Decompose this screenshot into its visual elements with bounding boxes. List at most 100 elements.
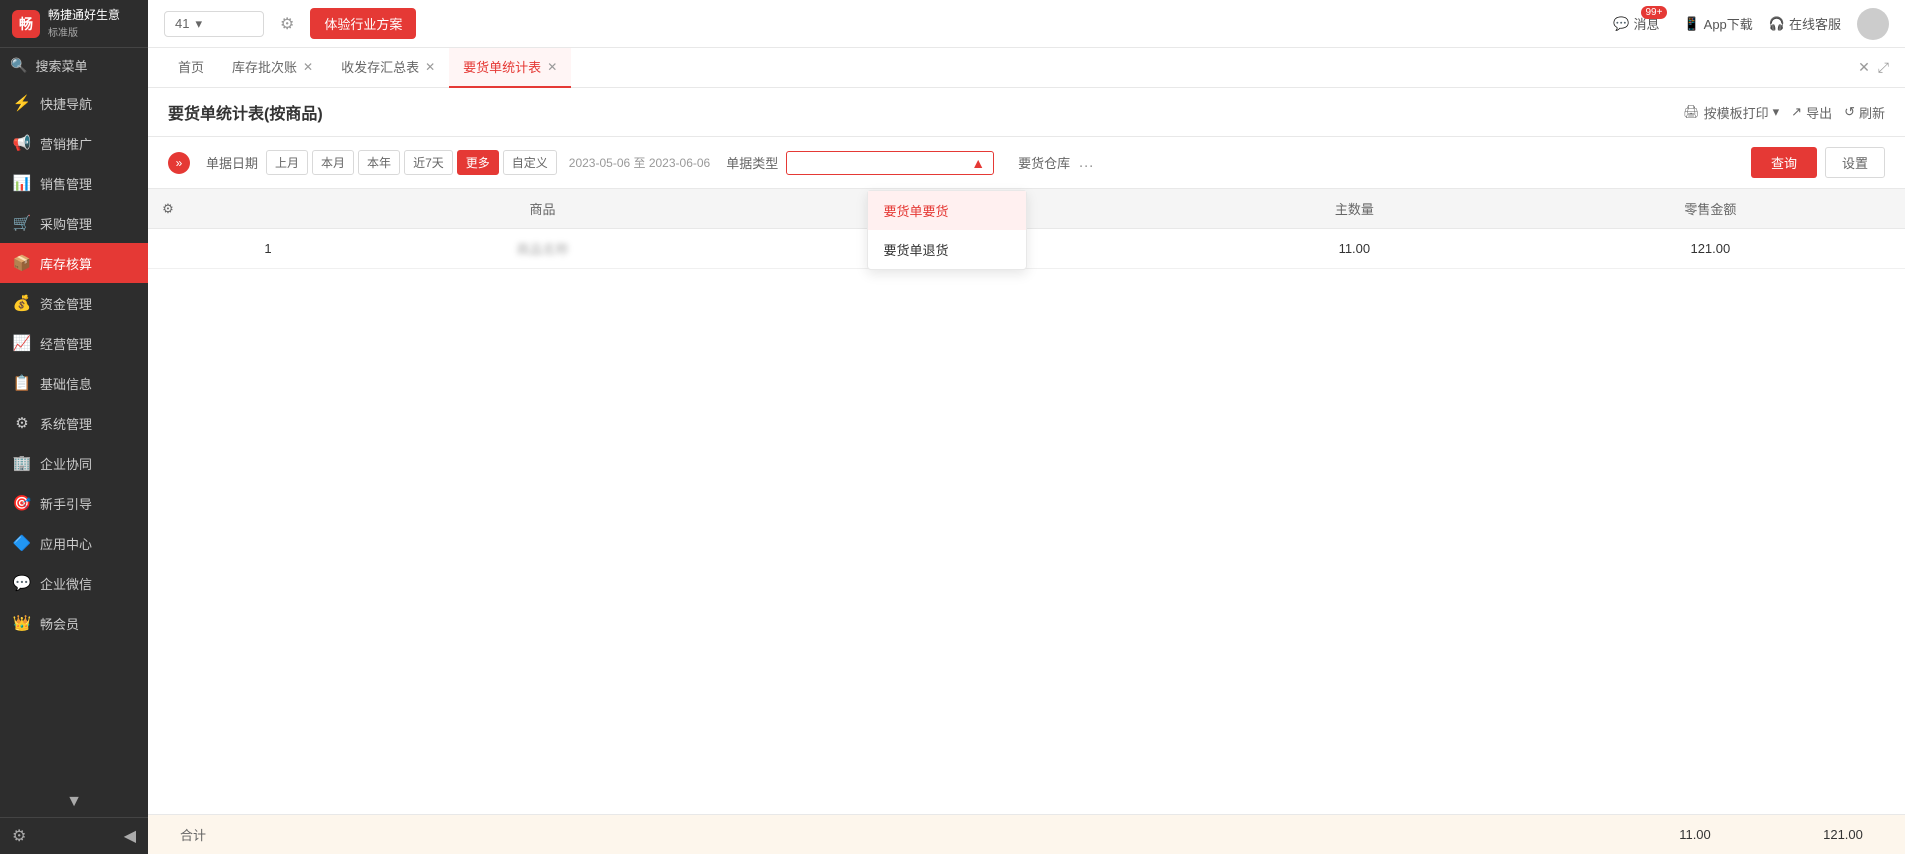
nav-label-operations: 经营管理 xyxy=(40,334,92,353)
industry-btn[interactable]: 体验行业方案 xyxy=(310,8,416,39)
page-header-actions: 🖨 按模板打印 ▾ ↗ 导出 ↺ 刷新 xyxy=(1683,103,1885,122)
filter-actions: 查询 设置 xyxy=(1751,147,1885,178)
tab-order-close[interactable]: ✕ xyxy=(547,61,557,73)
nav-label-enterprise: 企业协同 xyxy=(40,454,92,473)
sidebar-item-guide[interactable]: 🎯新手引导 xyxy=(0,483,148,523)
notification-btn[interactable]: 💬 消息 99+ xyxy=(1613,14,1659,33)
nav-label-member: 畅会员 xyxy=(40,614,79,633)
sidebar-item-purchase[interactable]: 🛒采购管理 xyxy=(0,203,148,243)
row-quantity: 11.00 xyxy=(1193,229,1516,269)
page-content: 要货单统计表(按商品) 🖨 按模板打印 ▾ ↗ 导出 ↺ 刷新 xyxy=(148,88,1905,854)
user-avatar[interactable] xyxy=(1857,8,1889,40)
tab-receipt-summary[interactable]: 收发存汇总表 ✕ xyxy=(327,48,449,88)
type-filter-input-wrap[interactable]: ▲ xyxy=(786,151,994,175)
table-footer: 合计 11.00 121.00 xyxy=(148,814,1905,854)
tab-receipt-close[interactable]: ✕ xyxy=(425,61,435,73)
row-index: 1 xyxy=(188,229,348,269)
sidebar-settings-icon[interactable]: ⚙ xyxy=(12,826,26,846)
sidebar-item-inventory[interactable]: 📦库存核算 xyxy=(0,243,148,283)
tab-order-summary[interactable]: 要货单统计表 ✕ xyxy=(449,48,571,88)
app-download-btn[interactable]: 📱 App下载 xyxy=(1683,14,1752,33)
nav-icon-sales: 📊 xyxy=(12,173,32,193)
col-product: 商品 xyxy=(348,189,737,229)
tab-home-label: 首页 xyxy=(178,57,204,76)
tab-close-all[interactable]: ✕ xyxy=(1858,59,1870,76)
export-btn[interactable]: ↗ 导出 xyxy=(1791,103,1832,122)
filter-expand-btn[interactable]: » xyxy=(168,152,190,174)
sidebar-scroll-down[interactable]: ▼ xyxy=(0,787,148,817)
settings-btn[interactable]: 设置 xyxy=(1825,147,1885,178)
logo-icon: 畅 xyxy=(12,10,40,38)
date-btn-this-year[interactable]: 本年 xyxy=(358,150,400,175)
footer-quantity: 11.00 xyxy=(1645,827,1745,842)
sidebar-nav: ⚡快捷导航📢营销推广 📊 销售管理 🛒采购管理📦库存核算💰资金管理 📈 经营管理 📋基础信息… xyxy=(0,83,148,787)
top-header: 41 ▾ ⚙ 体验行业方案 💬 消息 99+ 📱 App下载 🎧 在线客服 xyxy=(148,0,1905,48)
nav-icon-operations: 📈 xyxy=(12,333,32,353)
warehouse-more-icon[interactable]: … xyxy=(1078,154,1094,172)
tab-batch-label: 库存批次账 xyxy=(232,57,297,76)
tab-selector[interactable]: 41 ▾ xyxy=(164,11,264,37)
tab-selector-arrow: ▾ xyxy=(195,16,202,32)
search-icon: 🔍 xyxy=(10,57,27,74)
print-arrow: ▾ xyxy=(1773,104,1780,120)
footer-label: 合计 xyxy=(160,825,240,844)
nav-label-marketing: 营销推广 xyxy=(40,134,92,153)
row-product: 商品名称 xyxy=(348,229,737,269)
row-settings xyxy=(148,229,188,269)
tab-home[interactable]: 首页 xyxy=(164,48,218,88)
sidebar-item-member[interactable]: 👑 畅会员 xyxy=(0,603,148,643)
notification-icon: 💬 xyxy=(1613,16,1629,32)
sidebar-item-enterprise[interactable]: 🏢企业协同 xyxy=(0,443,148,483)
nav-label-quick-nav: 快捷导航 xyxy=(40,94,92,113)
tab-batch-close[interactable]: ✕ xyxy=(303,61,313,73)
table-row: 1 商品名称 块 11.00 121.00 xyxy=(148,229,1905,269)
date-btn-this-month[interactable]: 本月 xyxy=(312,150,354,175)
refresh-btn[interactable]: ↺ 刷新 xyxy=(1844,103,1885,122)
col-settings[interactable]: ⚙ xyxy=(148,189,188,229)
row-sale-amount: 121.00 xyxy=(1516,229,1905,269)
type-filter-input[interactable] xyxy=(795,155,971,170)
nav-label-purchase: 采购管理 xyxy=(40,214,92,233)
online-service-label: 在线客服 xyxy=(1789,14,1841,33)
sidebar-item-operations[interactable]: 📈 经营管理 xyxy=(0,323,148,363)
header-settings-icon[interactable]: ⚙ xyxy=(280,14,294,34)
sidebar-item-appstore[interactable]: 🔷 应用中心 xyxy=(0,523,148,563)
sidebar-item-marketing[interactable]: 📢营销推广 xyxy=(0,123,148,163)
query-btn[interactable]: 查询 xyxy=(1751,147,1817,178)
date-btn-last-7-days[interactable]: 近7天 xyxy=(404,150,453,175)
dropdown-item-order-purchase[interactable]: 要货单要货 xyxy=(868,191,1026,230)
online-service-icon: 🎧 xyxy=(1769,16,1785,32)
sidebar: 畅 畅捷通好生意 标准版 🔍 搜索菜单 ⚡快捷导航📢营销推广📊销售管理🛒采购管理… xyxy=(0,0,148,854)
sidebar-item-wechat[interactable]: 💬企业微信 xyxy=(0,563,148,603)
nav-icon-member: 👑 xyxy=(12,613,32,633)
nav-icon-guide: 🎯 xyxy=(12,493,32,513)
tab-expand[interactable]: ⤢ xyxy=(1878,59,1889,76)
print-template-btn[interactable]: 🖨 按模板打印 ▾ xyxy=(1683,103,1779,122)
date-btn-custom[interactable]: 自定义 xyxy=(503,150,557,175)
nav-icon-appstore: 🔷 xyxy=(12,533,32,553)
dropdown-item-order-return[interactable]: 要货单退货 xyxy=(868,230,1026,269)
logo-subtitle: 标准版 xyxy=(48,24,120,39)
sidebar-item-finance[interactable]: 💰资金管理 xyxy=(0,283,148,323)
online-service-btn[interactable]: 🎧 在线客服 xyxy=(1769,14,1841,33)
nav-label-sales: 销售管理 xyxy=(40,174,92,193)
sidebar-item-basic[interactable]: 📋基础信息 xyxy=(0,363,148,403)
filter-area: » 单据日期 上月 本月 本年 近7天 更多 自定义 2023-05-06 至 … xyxy=(148,137,1905,189)
date-btn-last-month[interactable]: 上月 xyxy=(266,150,308,175)
date-btn-more[interactable]: 更多 xyxy=(457,150,499,175)
nav-label-appstore: 应用中心 xyxy=(40,534,92,553)
sidebar-search-label: 搜索菜单 xyxy=(35,56,87,75)
sidebar-collapse-icon[interactable]: ◀ xyxy=(124,826,136,846)
type-filter-arrow[interactable]: ▲ xyxy=(971,155,985,171)
sidebar-bottom: ⚙ ◀ xyxy=(0,817,148,854)
sidebar-search[interactable]: 🔍 搜索菜单 xyxy=(0,48,148,83)
main-area: 41 ▾ ⚙ 体验行业方案 💬 消息 99+ 📱 App下载 🎧 在线客服 xyxy=(148,0,1905,854)
sidebar-item-system[interactable]: ⚙系统管理 xyxy=(0,403,148,443)
print-icon: 🖨 xyxy=(1683,104,1700,120)
expand-icon: » xyxy=(176,156,183,170)
tab-batch-inventory[interactable]: 库存批次账 ✕ xyxy=(218,48,327,88)
sidebar-item-quick-nav[interactable]: ⚡快捷导航 xyxy=(0,83,148,123)
sidebar-item-sales[interactable]: 📊 销售管理 xyxy=(0,163,148,203)
export-icon: ↗ xyxy=(1791,104,1802,120)
nav-label-inventory: 库存核算 xyxy=(40,254,92,273)
